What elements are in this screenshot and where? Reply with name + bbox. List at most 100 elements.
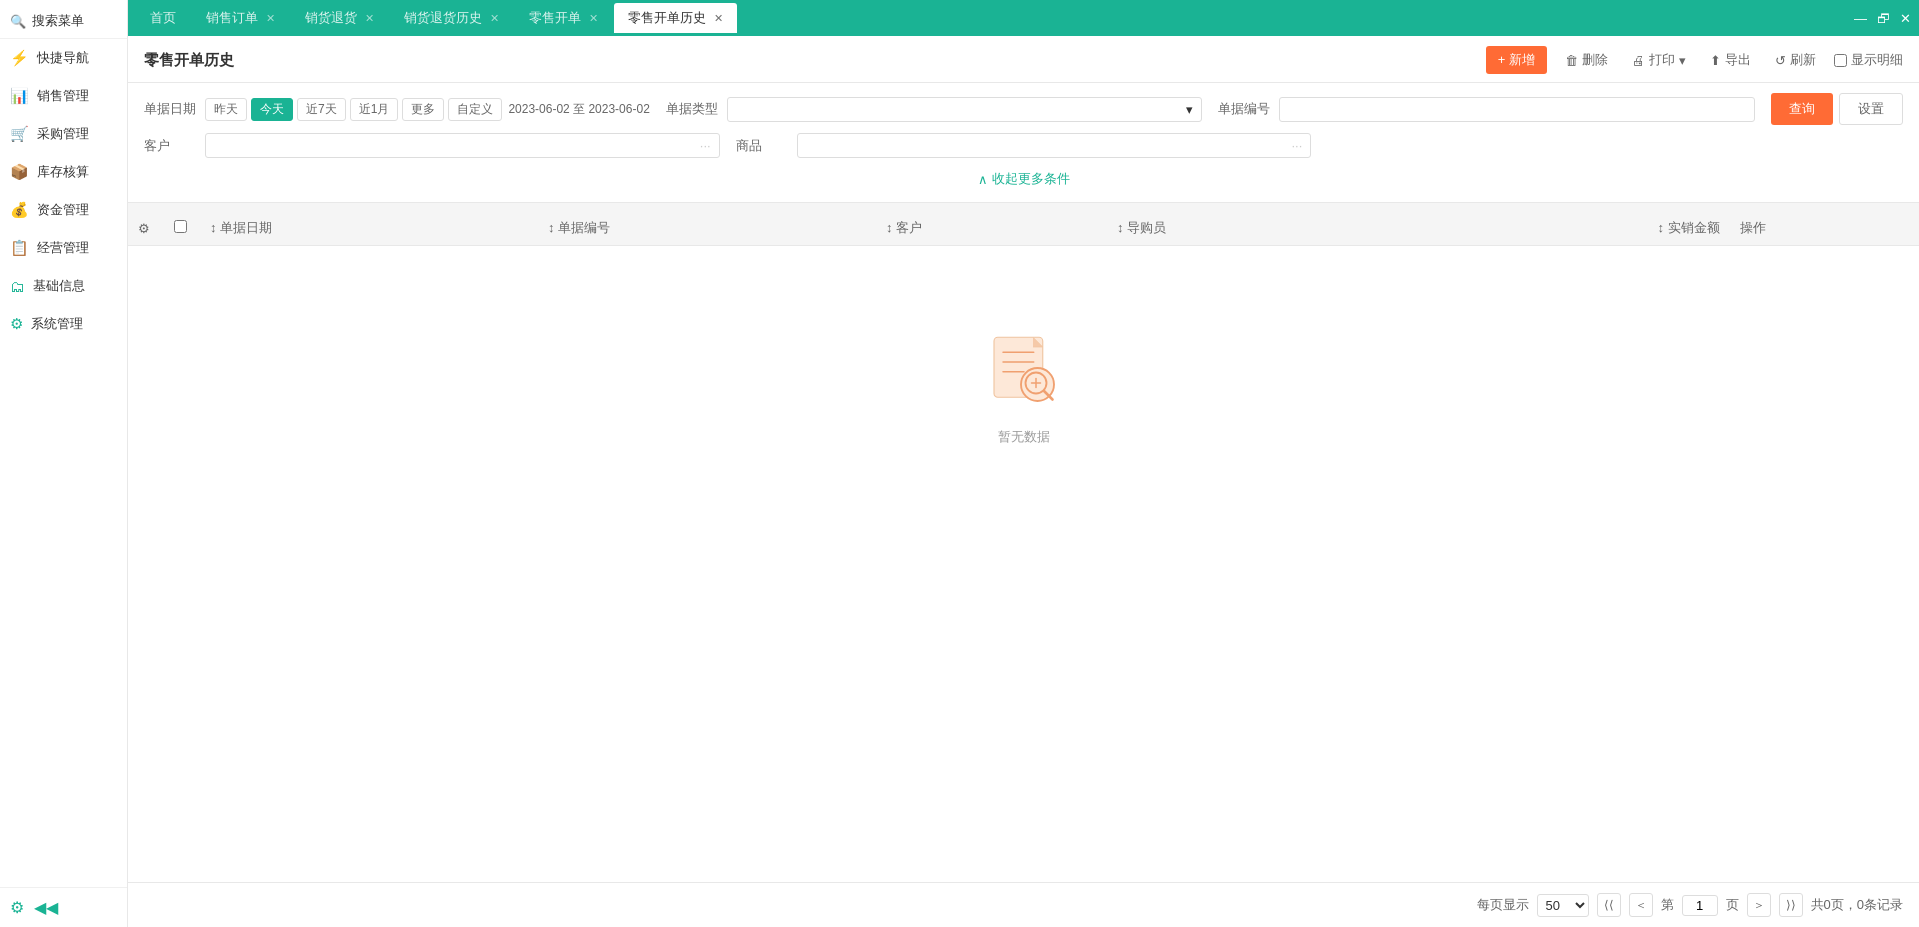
tab-sales-return-close[interactable]: ✕	[365, 12, 374, 25]
print-arrow-icon: ▾	[1679, 53, 1686, 68]
th-salesperson[interactable]: ↕ 导购员	[1107, 211, 1392, 246]
date-btn-more[interactable]: 更多	[402, 98, 444, 121]
tab-sales-order-label: 销售订单	[206, 9, 258, 27]
pagination: 每页显示 10 20 50 100 ⟨⟨ ＜ 第 页 ＞ ⟩⟩ 共0页，0条记录	[128, 882, 1919, 927]
next-page-btn[interactable]: ＞	[1747, 893, 1771, 917]
page-label: 第	[1661, 896, 1674, 914]
refresh-button[interactable]: ↺ 刷新	[1769, 47, 1822, 73]
tab-sales-order[interactable]: 销售订单 ✕	[192, 3, 289, 33]
top-nav: 首页 销售订单 ✕ 销货退货 ✕ 销货退货历史 ✕ 零售开单 ✕ 零售开单历史 …	[128, 0, 1919, 36]
collapse-label: 收起更多条件	[992, 170, 1070, 188]
th-amount-label: ↕ 实销金额	[1658, 220, 1720, 235]
sidebar-item-basic-info[interactable]: 🗂 基础信息	[0, 267, 127, 305]
empty-text: 暂无数据	[998, 428, 1050, 446]
tab-sales-return-label: 销货退货	[305, 9, 357, 27]
export-label: 导出	[1725, 51, 1751, 69]
content-area: 零售开单历史 + 新增 🗑 删除 🖨 打印 ▾ ⬆ 导出	[128, 36, 1919, 927]
query-button[interactable]: 查询	[1771, 93, 1833, 125]
tab-retail-open[interactable]: 零售开单 ✕	[515, 3, 612, 33]
last-page-btn[interactable]: ⟩⟩	[1779, 893, 1803, 917]
set-button[interactable]: 设置	[1839, 93, 1903, 125]
goods-dots: ···	[1292, 138, 1303, 153]
tab-sales-return-history[interactable]: 销货退货历史 ✕	[390, 3, 513, 33]
per-page-select[interactable]: 10 20 50 100	[1537, 894, 1589, 917]
tab-retail-history[interactable]: 零售开单历史 ✕	[614, 3, 737, 33]
show-detail-checkbox[interactable]: 显示明细	[1834, 51, 1903, 69]
sidebar-item-quick-nav[interactable]: ⚡ 快捷导航	[0, 39, 127, 77]
select-all-checkbox[interactable]	[174, 220, 187, 233]
delete-icon: 🗑	[1565, 53, 1578, 68]
customer-filter: 客户 ···	[144, 133, 720, 158]
tab-home-label: 首页	[150, 9, 176, 27]
window-restore-btn[interactable]: 🗗	[1877, 11, 1890, 26]
print-button[interactable]: 🖨 打印 ▾	[1626, 47, 1692, 73]
sidebar-item-sys-mgmt[interactable]: ⚙ 系统管理	[0, 305, 127, 343]
tab-sales-return-history-close[interactable]: ✕	[490, 12, 499, 25]
sidebar-item-purchase-mgmt[interactable]: 🛒 采购管理	[0, 115, 127, 153]
collapse-up-icon: ∧	[978, 172, 988, 187]
delete-button[interactable]: 🗑 删除	[1559, 47, 1614, 73]
sidebar-item-finance[interactable]: 💰 资金管理	[0, 191, 127, 229]
refresh-label: 刷新	[1790, 51, 1816, 69]
print-label: 打印	[1649, 51, 1675, 69]
th-checkbox[interactable]	[164, 211, 200, 246]
th-date-label: ↕ 单据日期	[210, 220, 272, 235]
per-page-label: 每页显示	[1477, 896, 1529, 914]
date-filter: 单据日期 昨天 今天 近7天 近1月 更多 自定义 2023-06-02 至 2…	[144, 98, 650, 121]
tab-sales-return[interactable]: 销货退货 ✕	[291, 3, 388, 33]
date-btn-yesterday[interactable]: 昨天	[205, 98, 247, 121]
sidebar-item-label: 经营管理	[37, 239, 89, 257]
window-close-btn[interactable]: ✕	[1900, 11, 1911, 26]
export-button[interactable]: ⬆ 导出	[1704, 47, 1757, 73]
th-number-label: ↕ 单据编号	[548, 220, 610, 235]
th-number[interactable]: ↕ 单据编号	[538, 211, 876, 246]
sys-mgmt-icon: ⚙	[10, 315, 23, 333]
empty-illustration	[979, 326, 1069, 416]
date-btn-1month[interactable]: 近1月	[350, 98, 399, 121]
type-select[interactable]: ▾	[727, 97, 1203, 122]
action-buttons: 查询 设置	[1771, 93, 1903, 125]
th-date[interactable]: ↕ 单据日期	[200, 211, 538, 246]
sidebar-footer: ⚙ ◀◀	[0, 887, 127, 927]
th-salesperson-label: ↕ 导购员	[1117, 220, 1166, 235]
window-minimize-btn[interactable]: —	[1854, 11, 1867, 26]
customer-select[interactable]: ···	[205, 133, 720, 158]
data-table: ⚙ ↕ 单据日期 ↕ 单据编号 ↕ 客户 ↕ 导购员	[128, 211, 1919, 246]
filter-row-1: 单据日期 昨天 今天 近7天 近1月 更多 自定义 2023-06-02 至 2…	[144, 93, 1903, 125]
footer-settings-icon[interactable]: ⚙	[10, 898, 24, 917]
th-action: 操作	[1730, 211, 1919, 246]
tab-retail-open-close[interactable]: ✕	[589, 12, 598, 25]
footer-collapse-icon[interactable]: ◀◀	[34, 898, 58, 917]
sidebar-item-operations[interactable]: 📋 经营管理	[0, 229, 127, 267]
date-btn-custom[interactable]: 自定义	[448, 98, 502, 121]
sidebar-search-label: 搜索菜单	[32, 12, 84, 30]
th-amount[interactable]: ↕ 实销金额	[1392, 211, 1730, 246]
tab-retail-history-close[interactable]: ✕	[714, 12, 723, 25]
table-header: ⚙ ↕ 单据日期 ↕ 单据编号 ↕ 客户 ↕ 导购员	[128, 211, 1919, 246]
collapse-button[interactable]: ∧ 收起更多条件	[144, 166, 1903, 192]
sidebar-item-sales-mgmt[interactable]: 📊 销售管理	[0, 77, 127, 115]
number-input[interactable]	[1279, 97, 1755, 122]
tab-home[interactable]: 首页	[136, 3, 190, 33]
show-detail-input[interactable]	[1834, 54, 1847, 67]
th-settings[interactable]: ⚙	[128, 211, 164, 246]
sidebar-item-inventory[interactable]: 📦 库存核算	[0, 153, 127, 191]
first-page-btn[interactable]: ⟨⟨	[1597, 893, 1621, 917]
add-button[interactable]: + 新增	[1486, 46, 1547, 74]
toolbar: + 新增 🗑 删除 🖨 打印 ▾ ⬆ 导出 ↺	[1486, 46, 1903, 74]
sales-icon: 📊	[10, 87, 29, 105]
prev-page-btn[interactable]: ＜	[1629, 893, 1653, 917]
filter-row-2: 客户 ··· 商品 ···	[144, 133, 1903, 158]
sidebar-item-label: 库存核算	[37, 163, 89, 181]
empty-state: 暂无数据	[128, 246, 1919, 526]
tab-sales-order-close[interactable]: ✕	[266, 12, 275, 25]
sidebar-search[interactable]: 🔍 搜索菜单	[0, 0, 127, 39]
date-btn-today[interactable]: 今天	[251, 98, 293, 121]
tab-sales-return-history-label: 销货退货历史	[404, 9, 482, 27]
goods-select[interactable]: ···	[797, 133, 1312, 158]
page-number-input[interactable]	[1682, 895, 1718, 916]
date-btn-7days[interactable]: 近7天	[297, 98, 346, 121]
th-customer[interactable]: ↕ 客户	[876, 211, 1107, 246]
date-label: 单据日期	[144, 100, 199, 118]
sidebar: 🔍 搜索菜单 ⚡ 快捷导航 📊 销售管理 🛒 采购管理 📦 库存核算 💰 资金管…	[0, 0, 128, 927]
